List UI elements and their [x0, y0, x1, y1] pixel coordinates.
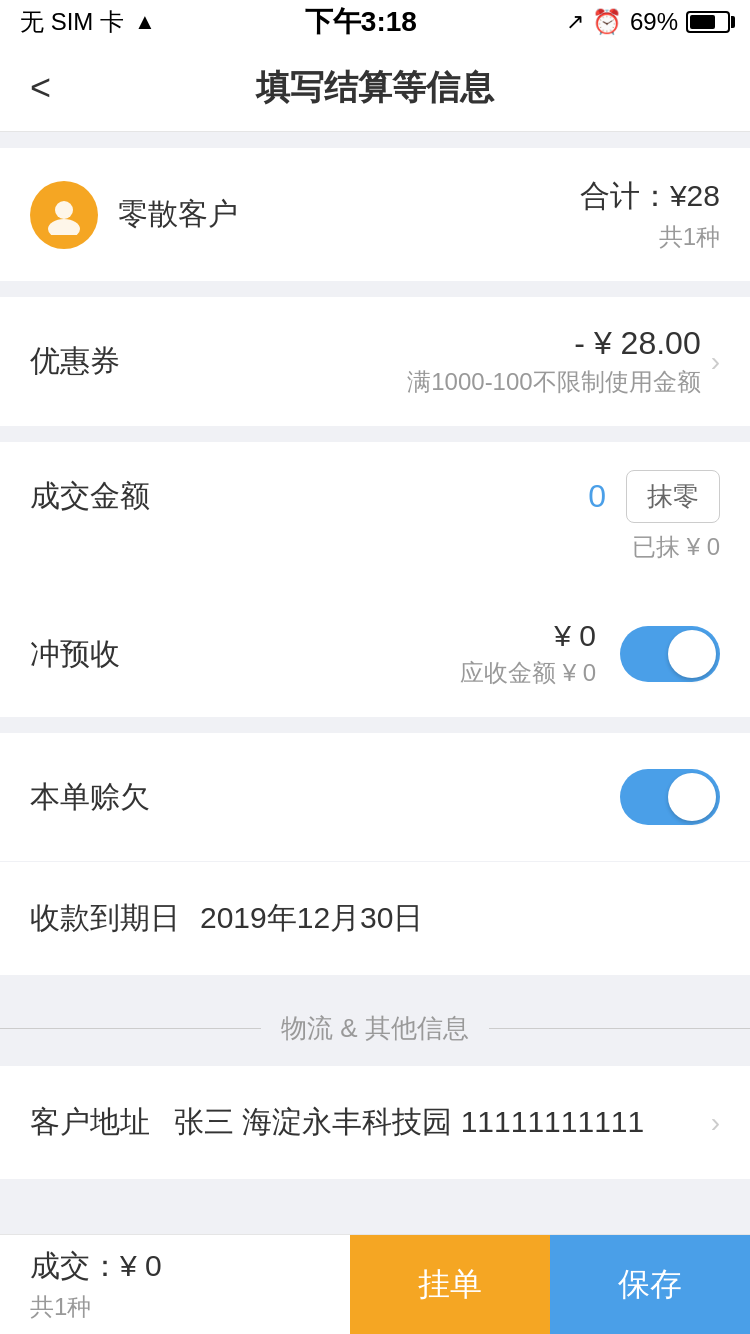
nav-bar: < 填写结算等信息 [0, 44, 750, 132]
bottom-amount: 成交：¥ 0 [30, 1246, 350, 1287]
customer-row: 零散客户 合计：¥28 共1种 [0, 148, 750, 281]
battery-fill [690, 15, 715, 29]
logistics-divider-section: 物流 & 其他信息 [0, 991, 750, 1066]
divider-line-right [489, 1028, 750, 1029]
coupon-amount: - ¥ 28.00 [407, 325, 700, 362]
divider-line-left [0, 1028, 261, 1029]
debt-toggle[interactable] [620, 769, 720, 825]
amount-sub: 已抹 ¥ 0 [30, 531, 720, 563]
svg-point-0 [55, 201, 73, 219]
debt-section: 本单赊欠 收款到期日 2019年12月30日 [0, 733, 750, 975]
customer-section: 零散客户 合计：¥28 共1种 [0, 148, 750, 281]
amount-value: 0 [588, 478, 606, 515]
duedate-label: 收款到期日 [30, 898, 180, 939]
bottom-info: 成交：¥ 0 共1种 [0, 1235, 350, 1334]
coupon-info: - ¥ 28.00 满1000-100不限制使用金额 [407, 325, 700, 398]
coupon-desc: 满1000-100不限制使用金额 [407, 366, 700, 398]
battery-text: 69% [630, 8, 678, 36]
coupon-right: - ¥ 28.00 满1000-100不限制使用金额 › [407, 325, 720, 398]
round-zero-button[interactable]: 抹零 [626, 470, 720, 523]
precollect-sub: 应收金额 ¥ 0 [460, 657, 596, 689]
avatar [30, 181, 98, 249]
precollect-row: 冲预收 ¥ 0 应收金额 ¥ 0 [0, 591, 750, 717]
wifi-icon: ▲ [134, 9, 156, 35]
logistics-header: 物流 & 其他信息 [0, 1011, 750, 1046]
amount-top: 成交金额 0 抹零 [30, 470, 720, 523]
duedate-row: 收款到期日 2019年12月30日 [0, 861, 750, 975]
amount-label: 成交金额 [30, 476, 150, 517]
bottom-bar: 成交：¥ 0 共1种 挂单 保存 [0, 1234, 750, 1334]
status-time: 下午3:18 [305, 3, 417, 41]
precollect-label: 冲预收 [30, 634, 120, 675]
svg-point-1 [48, 219, 80, 235]
address-label: 客户地址 [30, 1102, 150, 1143]
precollect-toggle[interactable] [620, 626, 720, 682]
amount-row: 成交金额 0 抹零 已抹 ¥ 0 [0, 442, 750, 591]
customer-name: 零散客户 [118, 194, 238, 235]
debt-toggle-knob [668, 773, 716, 821]
precollect-info: ¥ 0 应收金额 ¥ 0 [460, 619, 596, 689]
bottom-amount-value: ¥ 0 [120, 1249, 162, 1282]
address-chevron-icon: › [711, 1107, 720, 1139]
address-value: 张三 海淀永丰科技园 11111111111 [174, 1102, 711, 1143]
status-bar: 无 SIM 卡 ▲ 下午3:18 ↗ ⏰ 69% [0, 0, 750, 44]
save-button[interactable]: 保存 [550, 1235, 750, 1334]
alarm-icon: ⏰ [592, 8, 622, 36]
customer-summary: 合计：¥28 共1种 [580, 176, 720, 253]
address-section: 客户地址 张三 海淀永丰科技园 11111111111 › [0, 1066, 750, 1179]
carrier-text: 无 SIM 卡 [20, 6, 124, 38]
coupon-section: 优惠券 - ¥ 28.00 满1000-100不限制使用金额 › [0, 297, 750, 426]
battery-icon [686, 11, 730, 33]
nav-title: 填写结算等信息 [256, 65, 494, 111]
duedate-value: 2019年12月30日 [200, 898, 423, 939]
total-count: 共1种 [580, 221, 720, 253]
debt-label: 本单赊欠 [30, 777, 150, 818]
status-right: ↗ ⏰ 69% [566, 8, 730, 36]
amount-right: 0 抹零 [588, 470, 720, 523]
logistics-label: 物流 & 其他信息 [281, 1011, 469, 1046]
bottom-count: 共1种 [30, 1291, 350, 1323]
chevron-right-icon: › [711, 346, 720, 378]
coupon-label: 优惠券 [30, 341, 120, 382]
customer-left: 零散客户 [30, 181, 238, 249]
total-price: 合计：¥28 [580, 176, 720, 217]
address-row[interactable]: 客户地址 张三 海淀永丰科技园 11111111111 › [0, 1066, 750, 1179]
transaction-section: 成交金额 0 抹零 已抹 ¥ 0 冲预收 ¥ 0 应收金额 ¥ 0 [0, 442, 750, 717]
toggle-knob [668, 630, 716, 678]
coupon-row[interactable]: 优惠券 - ¥ 28.00 满1000-100不限制使用金额 › [0, 297, 750, 426]
bottom-amount-label: 成交： [30, 1249, 120, 1282]
precollect-amount: ¥ 0 [460, 619, 596, 653]
precollect-right: ¥ 0 应收金额 ¥ 0 [460, 619, 720, 689]
debt-row: 本单赊欠 [0, 733, 750, 861]
back-button[interactable]: < [30, 67, 51, 109]
status-left: 无 SIM 卡 ▲ [20, 6, 156, 38]
hold-button[interactable]: 挂单 [350, 1235, 550, 1334]
location-icon: ↗ [566, 9, 584, 35]
